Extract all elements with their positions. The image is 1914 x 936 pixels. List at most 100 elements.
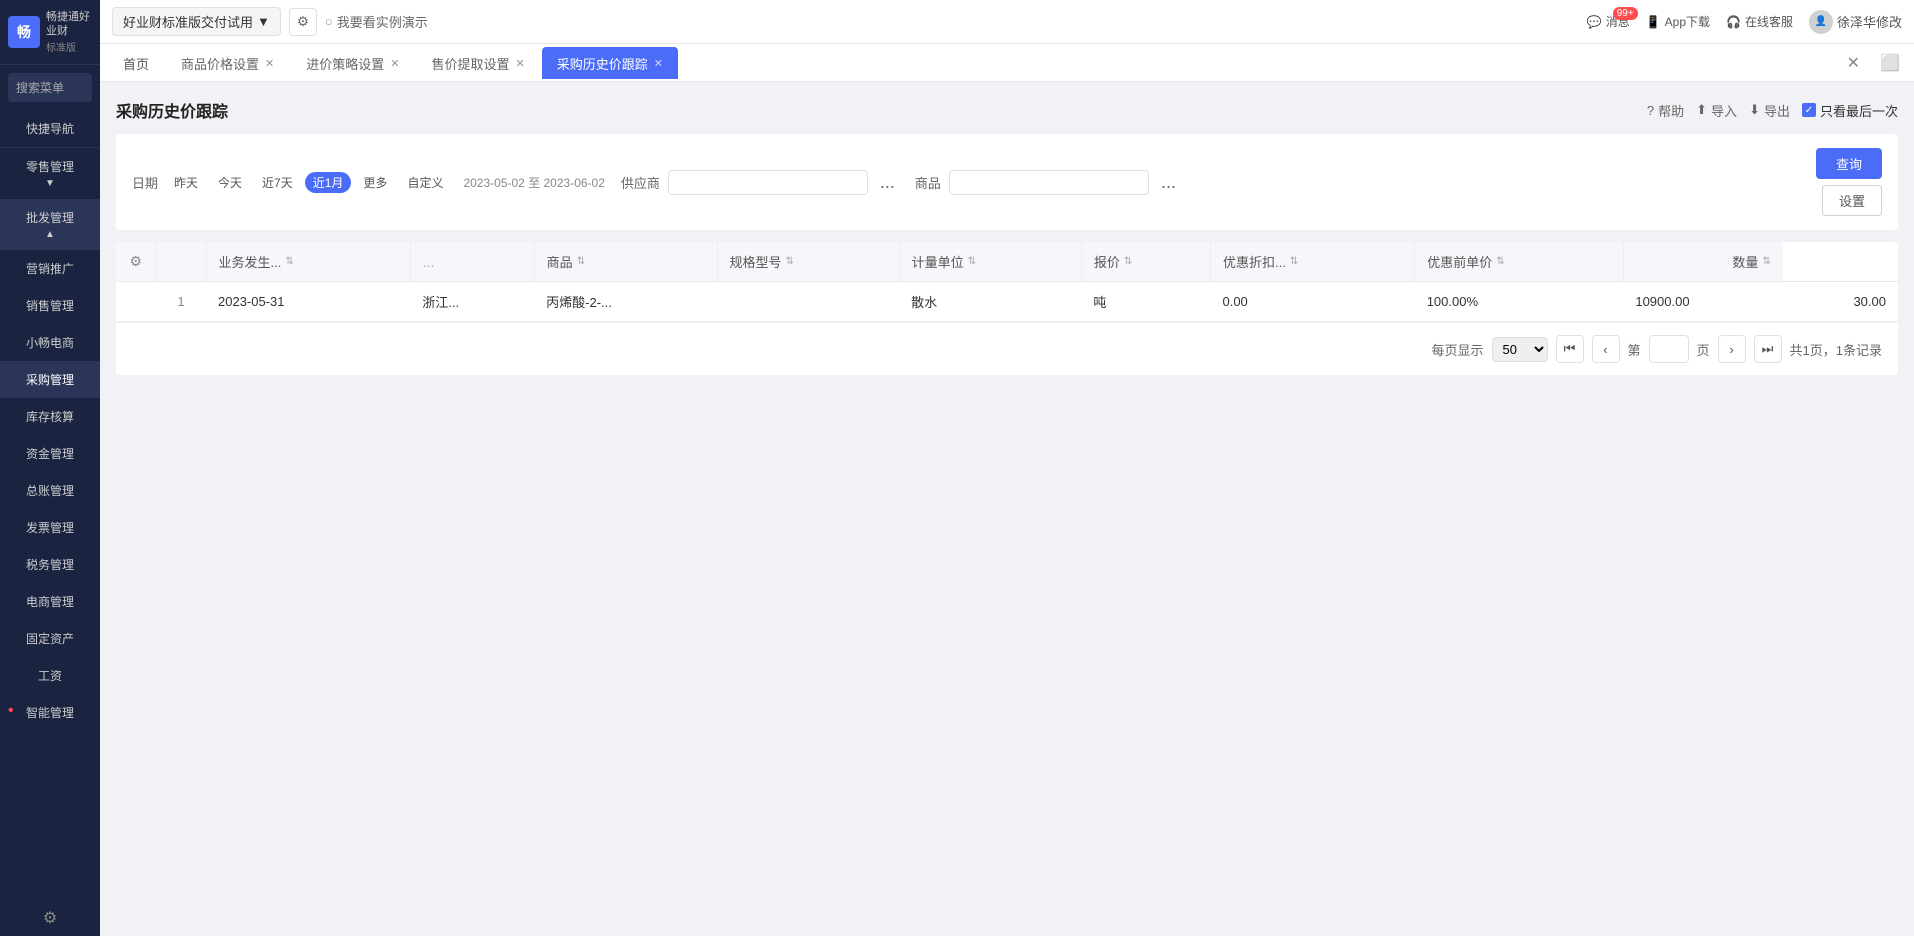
row-business-date-cell: 2023-05-31 — [206, 282, 410, 322]
th-pre-discount-price[interactable]: 优惠前单价 ⇅ — [1415, 242, 1624, 282]
sidebar-search-area: 搜索菜单 — [0, 65, 100, 110]
last-only-checkbox-group[interactable]: 只看最后一次 — [1802, 101, 1898, 120]
smart-label: 智能管理 — [26, 704, 74, 721]
sort-product-icon: ⇅ — [577, 256, 585, 267]
tab-product-price-label: 商品价格设置 — [181, 54, 259, 73]
tab-purchase-history-close[interactable]: ✕ — [654, 57, 663, 70]
date-option-more[interactable]: 更多 — [355, 172, 395, 193]
sidebar-item-ecommerce-small[interactable]: 小畅电商 — [0, 324, 100, 361]
sidebar-item-finance[interactable]: 资金管理 — [0, 435, 100, 472]
tab-close-all-button[interactable]: ✕ — [1841, 51, 1866, 75]
th-business-date[interactable]: 业务发生... ⇅ — [206, 242, 410, 282]
online-service-button[interactable]: 🎧 在线客服 — [1726, 13, 1793, 30]
search-menu-button[interactable]: 搜索菜单 — [8, 73, 92, 102]
row-spec-cell — [717, 282, 899, 322]
th-spec[interactable]: 规格型号 ⇅ — [717, 242, 899, 282]
th-settings: ⚙ — [116, 242, 156, 282]
sidebar-item-payroll[interactable]: 工资 — [0, 657, 100, 694]
first-page-button[interactable]: ⏮ — [1556, 335, 1584, 363]
tab-purchase-strategy-close[interactable]: ✕ — [390, 57, 399, 70]
per-page-select[interactable]: 50 20 100 — [1492, 337, 1548, 362]
page-input[interactable]: 1 — [1649, 335, 1689, 363]
next-page-button[interactable]: › — [1718, 335, 1746, 363]
th-unit-label: 计量单位 — [912, 252, 964, 271]
help-button[interactable]: ? 帮助 — [1647, 101, 1684, 120]
tab-purchase-strategy-label: 进价策略设置 — [306, 54, 384, 73]
sort-pre-discount-price-icon: ⇅ — [1496, 256, 1504, 267]
tax-label: 税务管理 — [26, 556, 74, 573]
settings-icon: ⚙ — [297, 14, 309, 30]
user-name: 徐泽华修改 — [1837, 12, 1902, 31]
import-button[interactable]: ⬆ 导入 — [1696, 101, 1737, 120]
topbar-right: 💬 99+ 消息 📱 App下载 🎧 在线客服 👤 徐泽华修改 — [1587, 10, 1902, 34]
date-option-custom[interactable]: 自定义 — [399, 172, 451, 193]
sidebar-item-assets[interactable]: 固定资产 — [0, 620, 100, 657]
sidebar-item-quicknav[interactable]: 快捷导航 — [0, 110, 100, 147]
ecommerce-small-label: 小畅电商 — [26, 334, 74, 351]
topbar: 好业财标准版交付试用 ▼ ⚙ ○ 我要看实例演示 💬 99+ 消息 📱 App下… — [100, 0, 1914, 44]
sidebar-item-tax[interactable]: 税务管理 — [0, 546, 100, 583]
supplier-input[interactable] — [668, 170, 868, 195]
app-download-label: App下载 — [1665, 13, 1710, 30]
sidebar-item-purchase[interactable]: 采购管理 — [0, 361, 100, 398]
topbar-settings-button[interactable]: ⚙ — [289, 8, 317, 36]
date-option-1month[interactable]: 近1月 — [305, 172, 352, 193]
headset-icon: 🎧 — [1726, 15, 1741, 29]
date-option-yesterday[interactable]: 昨天 — [166, 172, 206, 193]
export-button[interactable]: ⬇ 导出 — [1749, 101, 1790, 120]
th-product[interactable]: 商品 ⇅ — [534, 242, 717, 282]
filter-settings-button[interactable]: 设置 — [1822, 185, 1882, 216]
sidebar-settings-button[interactable]: ⚙ — [43, 908, 57, 928]
tab-home[interactable]: 首页 — [108, 47, 164, 79]
th-discount[interactable]: 优惠折扣... ⇅ — [1210, 242, 1414, 282]
tab-home-label: 首页 — [123, 54, 149, 73]
tab-purchase-history[interactable]: 采购历史价跟踪 ✕ — [542, 47, 678, 79]
product-more-icon[interactable]: ... — [1157, 173, 1180, 191]
sidebar-logo[interactable]: 畅 畅捷通好业财 标准版 — [0, 0, 100, 65]
date-option-today[interactable]: 今天 — [210, 172, 250, 193]
supplier-more-icon[interactable]: ... — [876, 173, 899, 191]
last-only-checkbox[interactable] — [1802, 103, 1816, 117]
sidebar-item-wholesale[interactable]: 批发管理 ▲ — [0, 199, 100, 250]
demo-button[interactable]: ○ 我要看实例演示 — [325, 12, 428, 31]
sidebar-item-marketing[interactable]: 营销推广 — [0, 250, 100, 287]
sidebar-item-ecommerce[interactable]: 电商管理 — [0, 583, 100, 620]
tab-product-price[interactable]: 商品价格设置 ✕ — [166, 47, 289, 79]
table-body: 1 2023-05-31 浙江... 丙烯酸-2-... 散水 吨 0.00 1… — [116, 282, 1898, 322]
last-page-button[interactable]: ⏭ — [1754, 335, 1782, 363]
edition-dropdown-icon: ▼ — [257, 14, 270, 29]
sidebar-item-general-ledger[interactable]: 总账管理 — [0, 472, 100, 509]
product-input[interactable] — [949, 170, 1149, 195]
sidebar-item-invoice[interactable]: 发票管理 — [0, 509, 100, 546]
th-more[interactable]: ... — [410, 242, 534, 282]
th-quantity[interactable]: 数量 ⇅ — [1623, 242, 1782, 282]
query-button[interactable]: 查询 — [1816, 148, 1882, 179]
tab-sale-extract-close[interactable]: ✕ — [516, 57, 525, 70]
th-quantity-label: 数量 — [1732, 252, 1758, 271]
column-settings-icon[interactable]: ⚙ — [129, 253, 142, 269]
sidebar-item-smart[interactable]: 智能管理 — [0, 694, 100, 731]
sidebar-item-sales[interactable]: 销售管理 — [0, 287, 100, 324]
sort-unit-icon: ⇅ — [968, 256, 976, 267]
sidebar-item-retail[interactable]: 零售管理 ▼ — [0, 148, 100, 199]
import-icon: ⬆ — [1696, 102, 1707, 118]
page-header: 采购历史价跟踪 ? 帮助 ⬆ 导入 ⬇ 导出 只看最后一次 — [116, 98, 1898, 122]
edition-selector[interactable]: 好业财标准版交付试用 ▼ — [112, 7, 281, 36]
date-option-7days[interactable]: 近7天 — [254, 172, 301, 193]
tab-restore-button[interactable]: ⬜ — [1874, 51, 1906, 75]
th-quote[interactable]: 报价 ⇅ — [1081, 242, 1210, 282]
marketing-label: 营销推广 — [26, 260, 74, 277]
app-download-button[interactable]: 📱 App下载 — [1646, 13, 1710, 30]
prev-page-button[interactable]: ‹ — [1592, 335, 1620, 363]
tab-sale-extract[interactable]: 售价提取设置 ✕ — [416, 47, 539, 79]
message-button[interactable]: 💬 99+ 消息 — [1587, 13, 1630, 30]
row-discount-cell: 100.00% — [1415, 282, 1624, 322]
page-content: 采购历史价跟踪 ? 帮助 ⬆ 导入 ⬇ 导出 只看最后一次 — [100, 82, 1914, 936]
sidebar-item-inventory[interactable]: 库存核算 — [0, 398, 100, 435]
user-menu[interactable]: 👤 徐泽华修改 — [1809, 10, 1902, 34]
th-unit[interactable]: 计量单位 ⇅ — [899, 242, 1081, 282]
tab-product-price-close[interactable]: ✕ — [265, 57, 274, 70]
tab-purchase-strategy[interactable]: 进价策略设置 ✕ — [291, 47, 414, 79]
more-columns-icon[interactable]: ... — [423, 254, 435, 270]
help-label: 帮助 — [1658, 101, 1684, 120]
